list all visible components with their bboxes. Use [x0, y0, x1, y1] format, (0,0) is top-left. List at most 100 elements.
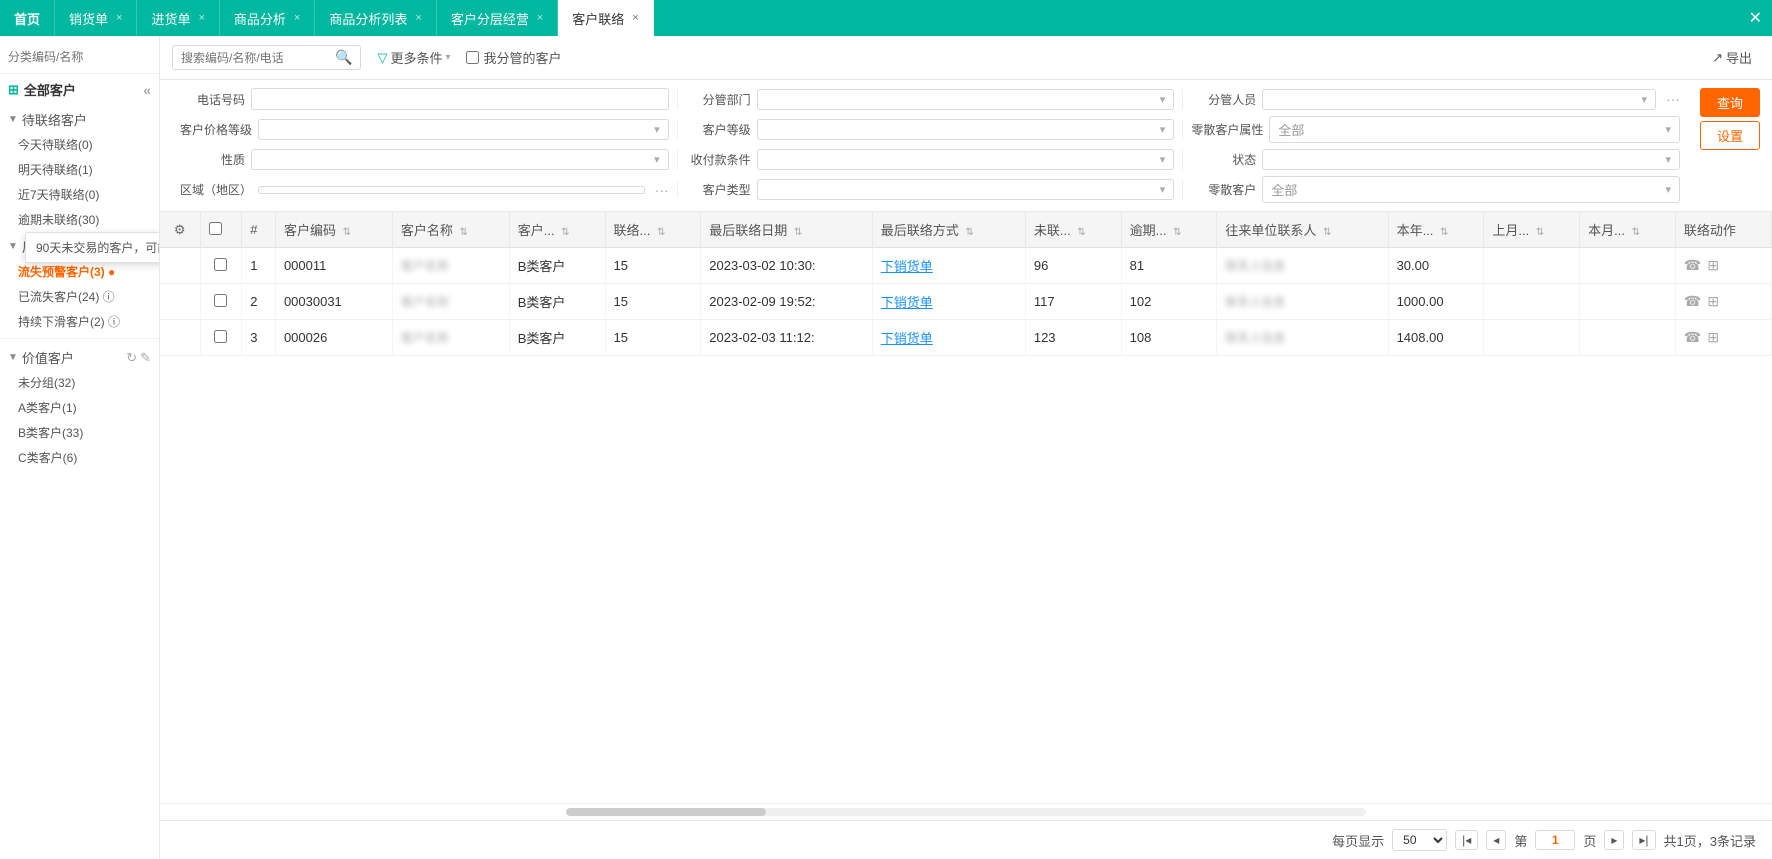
sidebar-group-risk-container: ▼ 风险客户 90天未交易的客户，可能有流失风险。 流失预警客户(3) ● 已流…	[0, 232, 159, 334]
filter-select-customer-type[interactable]: ▾	[757, 179, 1175, 200]
settings-button[interactable]: 设置	[1700, 121, 1760, 150]
sidebar-all-customers[interactable]: ⊞ 全部客户 «	[0, 74, 159, 105]
col-last-month[interactable]: 上月... ⇅	[1484, 212, 1580, 248]
tab-product-list-close[interactable]: ×	[415, 12, 421, 24]
page-size-select[interactable]: 50 100 200	[1392, 829, 1447, 851]
filter-rows: 电话号码 分管部门 ▾ 分管人员	[172, 88, 1688, 203]
filter-cell-status: 状态 ▾	[1183, 149, 1688, 170]
more-action-icon-2[interactable]: ⊞	[1707, 293, 1719, 310]
filter-select-retail-attr[interactable]: 全部 ▾	[1269, 116, 1680, 143]
row-checkbox-2[interactable]	[214, 294, 227, 307]
tab-product-list[interactable]: 商品分析列表 ×	[315, 0, 436, 36]
col-name[interactable]: 客户名称 ⇅	[392, 212, 509, 248]
sidebar-item-today-contact[interactable]: 今天待联络(0)	[0, 132, 159, 157]
window-close-icon[interactable]: ✕	[1749, 8, 1762, 28]
col-last-contact-date[interactable]: 最后联络日期 ⇅	[701, 212, 873, 248]
tab-product-analysis-close[interactable]: ×	[294, 12, 300, 24]
sidebar-collapse-btn[interactable]: «	[143, 82, 151, 98]
tab-customer-contact[interactable]: 客户联络 ×	[558, 0, 653, 36]
last-page-btn[interactable]: ▸|	[1632, 830, 1655, 850]
my-customers-checkbox-label[interactable]: 我分管的客户	[466, 48, 561, 67]
phone-icon-1[interactable]: ☎	[1684, 257, 1701, 274]
link-way-3[interactable]: 下销货单	[881, 331, 933, 346]
filter-input-phone[interactable]	[251, 88, 669, 110]
sidebar-item-tomorrow-contact[interactable]: 明天待联络(1)	[0, 157, 159, 182]
blurred-name-2: 客户名称	[401, 295, 449, 309]
tab-sales[interactable]: 销货单 ×	[55, 0, 137, 36]
cell-way-2[interactable]: 下销货单	[872, 284, 1025, 320]
col-this-month[interactable]: 本月... ⇅	[1580, 212, 1676, 248]
filter-label-retail-attr: 零散客户属性	[1191, 121, 1263, 138]
more-action-icon-3[interactable]: ⊞	[1707, 329, 1719, 346]
tab-sales-close[interactable]: ×	[116, 12, 122, 24]
more-filter-btn[interactable]: ▽ 更多条件 ▾	[369, 44, 458, 71]
col-contact[interactable]: 联络... ⇅	[605, 212, 701, 248]
sidebar-group-pending-label: 待联络客户	[22, 110, 87, 129]
sidebar-item-ungrouped[interactable]: 未分组(32)	[0, 370, 159, 395]
my-customers-checkbox[interactable]	[466, 51, 479, 64]
next-page-btn[interactable]: ▸	[1604, 830, 1624, 850]
search-icon[interactable]: 🔍	[335, 49, 352, 66]
sidebar-group-value[interactable]: ▼ 价值客户 ↻ ✎	[0, 343, 159, 370]
col-company-contact[interactable]: 往来单位联系人 ⇅	[1217, 212, 1388, 248]
toolbar: 🔍 ▽ 更多条件 ▾ 我分管的客户 ↗ 导出	[160, 36, 1772, 80]
filter-select-grade[interactable]: ▾	[757, 119, 1175, 140]
sidebar-group-pending[interactable]: ▼ 待联络客户	[0, 105, 159, 132]
select-all-checkbox[interactable]	[209, 222, 222, 235]
export-icon: ↗	[1712, 50, 1723, 66]
tab-purchase[interactable]: 进货单 ×	[137, 0, 219, 36]
tab-customer-tier[interactable]: 客户分层经营 ×	[437, 0, 558, 36]
sidebar-item-week-contact[interactable]: 近7天待联络(0)	[0, 182, 159, 207]
filter-select-status[interactable]: ▾	[1262, 149, 1680, 170]
filter-select-nature[interactable]: ▾	[251, 149, 669, 170]
sidebar-item-lost[interactable]: 已流失客户(24) ⓘ	[0, 284, 159, 309]
export-btn[interactable]: ↗ 导出	[1704, 44, 1760, 71]
col-this-year[interactable]: 本年... ⇅	[1388, 212, 1484, 248]
first-page-btn[interactable]: |◂	[1455, 830, 1478, 850]
tab-purchase-close[interactable]: ×	[198, 12, 204, 24]
phone-icon-3[interactable]: ☎	[1684, 329, 1701, 346]
filter-select-retail[interactable]: 全部 ▾	[1262, 176, 1680, 203]
col-uncontact[interactable]: 未联... ⇅	[1025, 212, 1121, 248]
page-input[interactable]	[1535, 830, 1575, 850]
row-checkbox-1[interactable]	[214, 258, 227, 271]
filter-select-dept[interactable]: ▾	[757, 89, 1175, 110]
tab-customer-contact-close[interactable]: ×	[632, 12, 638, 24]
sidebar-search-input[interactable]	[8, 50, 160, 64]
tab-product-analysis[interactable]: 商品分析 ×	[220, 0, 315, 36]
col-last-contact-way[interactable]: 最后联络方式 ⇅	[872, 212, 1025, 248]
dots-icon-person[interactable]: ···	[1666, 91, 1680, 107]
prev-page-btn[interactable]: ◂	[1486, 830, 1506, 850]
link-way-2[interactable]: 下销货单	[881, 295, 933, 310]
filter-select-region[interactable]	[258, 186, 645, 194]
tab-home[interactable]: 首页	[0, 0, 55, 36]
filter-select-payment[interactable]: ▾	[757, 149, 1175, 170]
col-overdue[interactable]: 逾期... ⇅	[1121, 212, 1217, 248]
cell-way-3[interactable]: 下销货单	[872, 320, 1025, 356]
query-button[interactable]: 查询	[1700, 88, 1760, 117]
row-checkbox-3[interactable]	[214, 330, 227, 343]
phone-icon-2[interactable]: ☎	[1684, 293, 1701, 310]
sidebar-item-class-b[interactable]: B类客户(33)	[0, 420, 159, 445]
edit-icon[interactable]: ✎	[140, 350, 151, 366]
filter-select-price-grade[interactable]: ▾	[258, 119, 669, 140]
sidebar-item-class-a[interactable]: A类客户(1)	[0, 395, 159, 420]
link-way-1[interactable]: 下销货单	[881, 259, 933, 274]
tab-customer-tier-close[interactable]: ×	[537, 12, 543, 24]
sidebar-item-class-c[interactable]: C类客户(6)	[0, 445, 159, 470]
filter-select-person[interactable]: ▾	[1262, 89, 1656, 110]
refresh-icon[interactable]: ↻	[126, 350, 137, 366]
filter-label-phone: 电话号码	[180, 91, 245, 108]
search-input[interactable]	[181, 51, 331, 65]
col-type[interactable]: 客户... ⇅	[509, 212, 605, 248]
cell-way-1[interactable]: 下销货单	[872, 248, 1025, 284]
sidebar-item-declining[interactable]: 持续下滑客户(2) ⓘ	[0, 309, 159, 334]
scrollbar-thumb[interactable]	[566, 808, 766, 816]
col-code[interactable]: 客户编码 ⇅	[275, 212, 392, 248]
dots-icon-region[interactable]: ···	[655, 182, 669, 198]
cell-checkbox-1	[200, 248, 242, 284]
table-row: 2 00030031 客户名称 B类客户 15 2023-02-09 19:52…	[160, 284, 1772, 320]
col-settings[interactable]: ⚙	[160, 212, 200, 248]
more-action-icon-1[interactable]: ⊞	[1707, 257, 1719, 274]
sidebar-item-overdue-contact[interactable]: 逾期未联络(30)	[0, 207, 159, 232]
